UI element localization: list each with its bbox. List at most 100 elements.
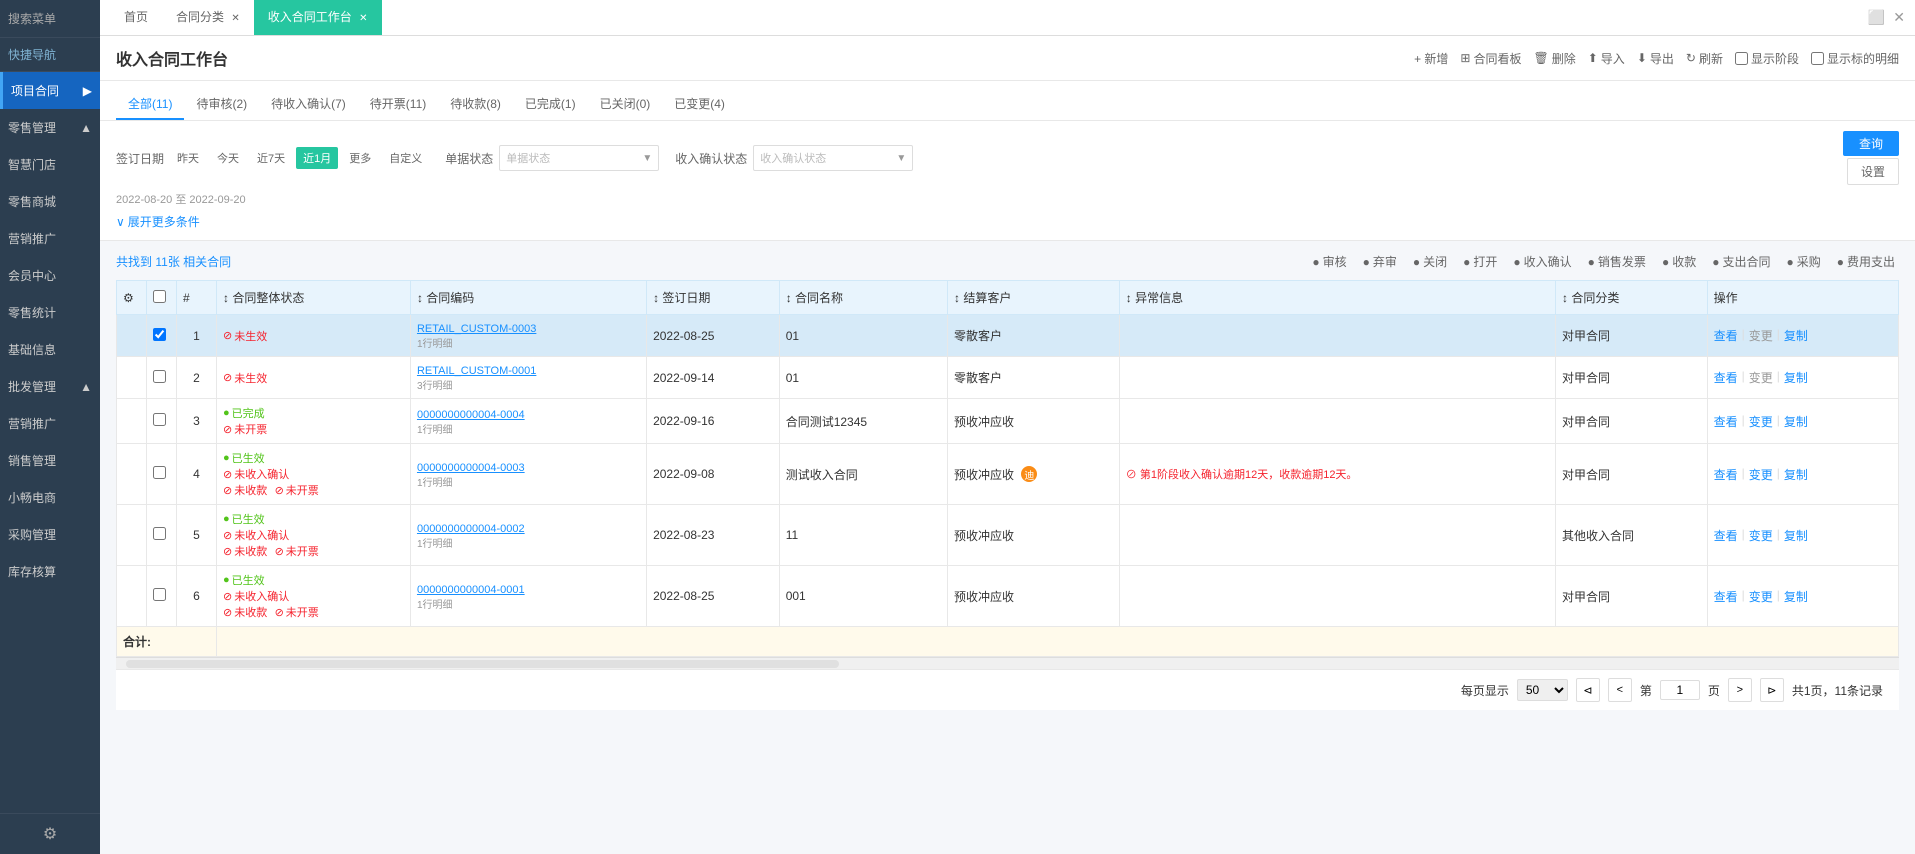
sidebar-item-inventory[interactable]: 库存核算: [0, 553, 100, 590]
sidebar-item-retail[interactable]: 零售管理 ▲: [0, 109, 100, 146]
row2-copy-link[interactable]: 复制: [1784, 369, 1808, 386]
import-button[interactable]: ⬆ 导入: [1588, 50, 1625, 67]
action-output-contract[interactable]: ● 支出合同: [1708, 251, 1774, 272]
sidebar-item-member[interactable]: 会员中心: [0, 257, 100, 294]
action-review[interactable]: ● 审核: [1308, 251, 1350, 272]
action-abandon[interactable]: ● 弃审: [1359, 251, 1401, 272]
refresh-button[interactable]: ↻ 刷新: [1686, 50, 1723, 67]
tab-close-contract-category[interactable]: ✕: [231, 13, 239, 24]
select-all-checkbox[interactable]: [153, 290, 166, 303]
sidebar-item-retail-mall[interactable]: 零售商城: [0, 183, 100, 220]
sidebar-nav[interactable]: 快捷导航: [0, 38, 100, 72]
show-details-checkbox[interactable]: 显示标的明细: [1811, 50, 1899, 67]
date-btn-last7[interactable]: 近7天: [250, 147, 292, 169]
row2-edit-link[interactable]: 变更: [1749, 369, 1773, 386]
row5-copy-link[interactable]: 复制: [1784, 527, 1808, 544]
col-setting[interactable]: ⚙: [117, 281, 147, 315]
last-page-button[interactable]: ⊳: [1760, 678, 1784, 702]
filter-tab-pending-income[interactable]: 待收入确认(7): [259, 89, 358, 120]
set-button[interactable]: 设置: [1847, 158, 1899, 185]
delete-button[interactable]: 🗑 删除: [1533, 50, 1575, 67]
action-purchase[interactable]: ● 采购: [1782, 251, 1824, 272]
row6-view-link[interactable]: 查看: [1714, 588, 1738, 605]
row2-check[interactable]: [147, 357, 177, 399]
row6-copy-link[interactable]: 复制: [1784, 588, 1808, 605]
row4-check[interactable]: [147, 444, 177, 505]
date-btn-today[interactable]: 今天: [210, 147, 246, 169]
window-close-icon[interactable]: ✕: [1893, 9, 1905, 26]
page-number-input[interactable]: [1660, 680, 1700, 700]
date-btn-last1m[interactable]: 近1月: [296, 147, 338, 169]
contract-board-button[interactable]: ⊞ 合同看板: [1460, 50, 1521, 67]
tab-contract-category[interactable]: 合同分类 ✕: [162, 0, 254, 35]
doc-status-select[interactable]: 单据状态 ▼: [499, 145, 659, 171]
row5-view-link[interactable]: 查看: [1714, 527, 1738, 544]
action-income-confirm[interactable]: ● 收入确认: [1509, 251, 1575, 272]
window-restore-icon[interactable]: ⬜: [1868, 9, 1885, 26]
row6-edit-link[interactable]: 变更: [1749, 588, 1773, 605]
row4-code-link[interactable]: 0000000000004-0003: [417, 462, 525, 474]
row3-copy-link[interactable]: 复制: [1784, 413, 1808, 430]
filter-tab-pending-review[interactable]: 待审核(2): [184, 89, 259, 120]
new-button[interactable]: + 新增: [1414, 50, 1448, 67]
filter-tab-closed[interactable]: 已关闭(0): [588, 89, 663, 120]
row4-view-link[interactable]: 查看: [1714, 466, 1738, 483]
row3-view-link[interactable]: 查看: [1714, 413, 1738, 430]
row2-code-link[interactable]: RETAIL_CUSTOM-0001: [417, 365, 536, 377]
row5-code-link[interactable]: 0000000000004-0002: [417, 523, 525, 535]
row3-check[interactable]: [147, 399, 177, 444]
sidebar-item-ecommerce[interactable]: 小畅电商: [0, 479, 100, 516]
filter-tab-pending-invoice[interactable]: 待开票(11): [358, 89, 438, 120]
sidebar-item-marketing2[interactable]: 营销推广: [0, 405, 100, 442]
show-stages-checkbox[interactable]: 显示阶段: [1735, 50, 1799, 67]
next-page-button[interactable]: >: [1728, 678, 1752, 702]
export-button[interactable]: ⬇ 导出: [1637, 50, 1674, 67]
date-btn-yesterday[interactable]: 昨天: [170, 147, 206, 169]
sidebar-item-smart-store[interactable]: 智慧门店: [0, 146, 100, 183]
gear-icon[interactable]: ⚙: [8, 824, 92, 844]
scrollbar-track[interactable]: [126, 660, 839, 668]
sidebar-item-retail-stats[interactable]: 零售统计: [0, 294, 100, 331]
row5-edit-link[interactable]: 变更: [1749, 527, 1773, 544]
sidebar-item-wholesale[interactable]: 批发管理 ▲: [0, 368, 100, 405]
sidebar-item-project[interactable]: 项目合同 ▶: [0, 72, 100, 109]
row1-edit-link[interactable]: 变更: [1749, 327, 1773, 344]
filter-tab-completed[interactable]: 已完成(1): [513, 89, 588, 120]
row1-copy-link[interactable]: 复制: [1784, 327, 1808, 344]
action-expense-output[interactable]: ● 费用支出: [1833, 251, 1899, 272]
action-sales-invoice[interactable]: ● 销售发票: [1584, 251, 1650, 272]
row4-edit-link[interactable]: 变更: [1749, 466, 1773, 483]
sidebar-item-basic-info[interactable]: 基础信息: [0, 331, 100, 368]
filter-tab-all[interactable]: 全部(11): [116, 89, 184, 120]
income-confirm-select[interactable]: 收入确认状态 ▼: [753, 145, 913, 171]
horizontal-scrollbar[interactable]: [116, 657, 1899, 669]
row3-edit-link[interactable]: 变更: [1749, 413, 1773, 430]
sidebar-search[interactable]: 搜索菜单: [0, 0, 100, 38]
sidebar-item-sales[interactable]: 销售管理: [0, 442, 100, 479]
date-btn-more[interactable]: 更多: [342, 147, 378, 169]
row6-check[interactable]: [147, 566, 177, 627]
tab-close-income-workbench[interactable]: ✕: [359, 13, 367, 24]
row1-view-link[interactable]: 查看: [1714, 327, 1738, 344]
action-close[interactable]: ● 关闭: [1409, 251, 1451, 272]
row6-code-link[interactable]: 0000000000004-0001: [417, 584, 525, 596]
action-payment[interactable]: ● 收款: [1658, 251, 1700, 272]
expand-conditions-button[interactable]: ∨ 展开更多条件: [116, 213, 1899, 230]
row2-view-link[interactable]: 查看: [1714, 369, 1738, 386]
sidebar-item-purchase[interactable]: 采购管理: [0, 516, 100, 553]
sidebar-item-marketing[interactable]: 营销推广: [0, 220, 100, 257]
row3-code-link[interactable]: 0000000000004-0004: [417, 409, 525, 421]
first-page-button[interactable]: ⊲: [1576, 678, 1600, 702]
row4-copy-link[interactable]: 复制: [1784, 466, 1808, 483]
filter-tab-changed[interactable]: 已变更(4): [662, 89, 737, 120]
prev-page-button[interactable]: <: [1608, 678, 1632, 702]
tab-income-workbench[interactable]: 收入合同工作台 ✕: [254, 0, 382, 35]
page-size-select[interactable]: 50 100 200: [1517, 679, 1568, 701]
action-open[interactable]: ● 打开: [1459, 251, 1501, 272]
row1-code-link[interactable]: RETAIL_CUSTOM-0003: [417, 323, 536, 335]
date-btn-custom[interactable]: 自定义: [382, 147, 429, 169]
filter-tab-pending-payment[interactable]: 待收款(8): [438, 89, 513, 120]
query-button[interactable]: 查询: [1843, 131, 1899, 156]
tab-home[interactable]: 首页: [110, 0, 162, 35]
row5-check[interactable]: [147, 505, 177, 566]
